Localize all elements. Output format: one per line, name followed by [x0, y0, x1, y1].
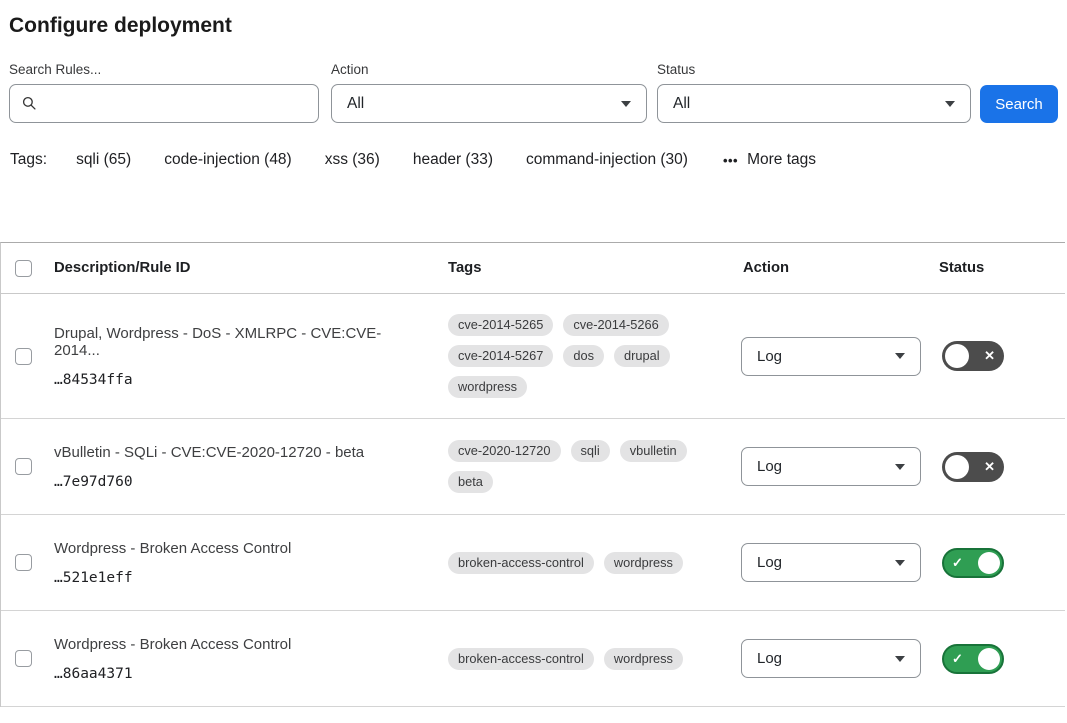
toggle-knob: [978, 648, 1000, 670]
column-header-description: Description/Rule ID: [49, 260, 443, 276]
column-header-status: Status: [934, 260, 1065, 276]
toggle-check-icon: ✓: [952, 555, 963, 571]
row-action-select[interactable]: Log: [741, 543, 921, 582]
page-title: Configure deployment: [9, 14, 1067, 38]
rule-id: …86aa4371: [54, 666, 443, 682]
rule-id: …7e97d760: [54, 474, 443, 490]
search-input[interactable]: [46, 95, 306, 112]
chevron-down-icon: [895, 560, 905, 566]
rule-id: …521e1eff: [54, 570, 443, 586]
row-action-select[interactable]: Log: [741, 639, 921, 678]
tags-bar-item-header[interactable]: header (33): [413, 151, 493, 169]
rule-title: Wordpress - Broken Access Control: [54, 540, 443, 557]
tag-badge: vbulletin: [620, 440, 687, 462]
row-checkbox[interactable]: [15, 650, 32, 667]
row-checkbox[interactable]: [15, 458, 32, 475]
tag-badge: cve-2014-5265: [448, 314, 553, 336]
tags-bar: Tags: sqli (65) code-injection (48) xss …: [10, 151, 1067, 169]
search-icon: [22, 96, 37, 111]
status-filter-select[interactable]: All: [657, 84, 971, 123]
rule-title: vBulletin - SQLi - CVE:CVE-2020-12720 - …: [54, 444, 443, 461]
tags-bar-item-xss[interactable]: xss (36): [325, 151, 380, 169]
status-toggle[interactable]: ✓: [942, 644, 1004, 674]
column-header-tags: Tags: [443, 260, 738, 276]
chevron-down-icon: [895, 656, 905, 662]
rule-title: Wordpress - Broken Access Control: [54, 636, 443, 653]
search-input-box[interactable]: [9, 84, 319, 123]
row-checkbox[interactable]: [15, 348, 32, 365]
rule-tags: broken-access-control wordpress: [443, 648, 738, 670]
toggle-knob: [978, 552, 1000, 574]
tags-bar-label: Tags:: [10, 151, 47, 169]
tag-badge: cve-2020-12720: [448, 440, 561, 462]
rule-title: Drupal, Wordpress - DoS - XMLRPC - CVE:C…: [54, 325, 443, 359]
tags-bar-item-command-injection[interactable]: command-injection (30): [526, 151, 688, 169]
tag-badge: cve-2014-5267: [448, 345, 553, 367]
action-filter-value: All: [347, 95, 364, 113]
status-toggle[interactable]: ✕: [942, 452, 1004, 482]
status-toggle[interactable]: ✕: [942, 341, 1004, 371]
row-action-value: Log: [757, 348, 782, 365]
rule-tags: broken-access-control wordpress: [443, 552, 738, 574]
tag-badge: dos: [563, 345, 604, 367]
search-rules-group: Search Rules...: [9, 62, 331, 123]
action-label: Action: [331, 62, 657, 77]
toggle-x-icon: ✕: [984, 348, 995, 364]
chevron-down-icon: [621, 101, 631, 107]
ellipsis-icon: •••: [723, 153, 738, 168]
row-action-value: Log: [757, 554, 782, 571]
tag-badge: sqli: [571, 440, 610, 462]
toggle-x-icon: ✕: [984, 459, 995, 475]
toggle-knob: [945, 344, 969, 368]
rule-tags: cve-2020-12720 sqli vbulletin beta: [443, 440, 738, 493]
row-action-value: Log: [757, 650, 782, 667]
tag-badge: beta: [448, 471, 493, 493]
tag-badge: wordpress: [448, 376, 527, 398]
rule-tags: cve-2014-5265 cve-2014-5266 cve-2014-526…: [443, 314, 738, 398]
row-action-select[interactable]: Log: [741, 337, 921, 376]
column-header-action: Action: [738, 260, 934, 276]
table-row: Wordpress - Broken Access Control …86aa4…: [1, 611, 1065, 707]
action-filter-select[interactable]: All: [331, 84, 647, 123]
search-button[interactable]: Search: [980, 85, 1058, 123]
toggle-check-icon: ✓: [952, 651, 963, 667]
more-tags-button[interactable]: ••• More tags: [723, 151, 816, 169]
more-tags-label: More tags: [747, 151, 816, 169]
tag-badge: broken-access-control: [448, 648, 594, 670]
toggle-knob: [945, 455, 969, 479]
table-header-row: Description/Rule ID Tags Action Status: [1, 243, 1065, 294]
tag-badge: drupal: [614, 345, 670, 367]
row-action-select[interactable]: Log: [741, 447, 921, 486]
tags-bar-item-code-injection[interactable]: code-injection (48): [164, 151, 292, 169]
status-filter-group: Status All: [657, 62, 971, 123]
filter-bar: Search Rules... Action All Status: [9, 62, 1058, 123]
chevron-down-icon: [895, 353, 905, 359]
status-toggle[interactable]: ✓: [942, 548, 1004, 578]
chevron-down-icon: [945, 101, 955, 107]
action-filter-group: Action All: [331, 62, 657, 123]
rule-id: …84534ffa: [54, 372, 443, 388]
select-all-checkbox[interactable]: [15, 260, 32, 277]
search-rules-label: Search Rules...: [9, 62, 331, 77]
table-row: Drupal, Wordpress - DoS - XMLRPC - CVE:C…: [1, 294, 1065, 419]
row-checkbox[interactable]: [15, 554, 32, 571]
rules-table: Description/Rule ID Tags Action Status D…: [0, 242, 1065, 707]
row-action-value: Log: [757, 458, 782, 475]
chevron-down-icon: [895, 464, 905, 470]
tag-badge: cve-2014-5266: [563, 314, 668, 336]
tag-badge: broken-access-control: [448, 552, 594, 574]
table-row: vBulletin - SQLi - CVE:CVE-2020-12720 - …: [1, 419, 1065, 515]
status-filter-value: All: [673, 95, 690, 113]
table-row: Wordpress - Broken Access Control …521e1…: [1, 515, 1065, 611]
tag-badge: wordpress: [604, 648, 683, 670]
configure-deployment-page: Configure deployment Search Rules... Act…: [0, 0, 1067, 707]
tag-badge: wordpress: [604, 552, 683, 574]
status-label: Status: [657, 62, 971, 77]
tags-bar-item-sqli[interactable]: sqli (65): [76, 151, 131, 169]
